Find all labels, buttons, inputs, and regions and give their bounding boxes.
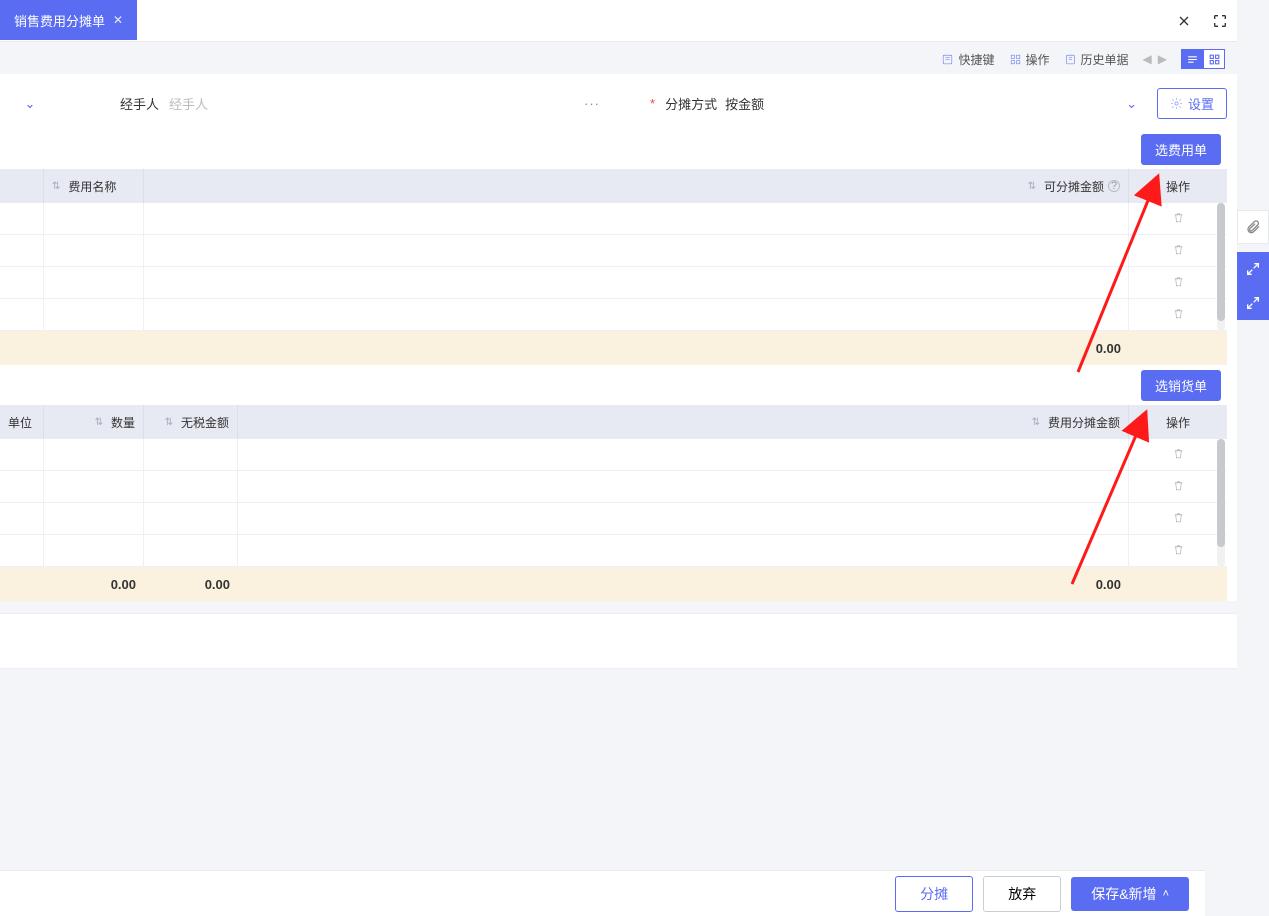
history-link[interactable]: 历史单据 xyxy=(1064,51,1129,68)
close-icon[interactable]: ✕ xyxy=(113,13,123,27)
col-expense-name[interactable]: 费用名称 xyxy=(44,169,144,203)
allocate-button[interactable]: 分摊 xyxy=(895,876,973,912)
close-main-icon[interactable] xyxy=(1173,10,1195,32)
trash-icon[interactable] xyxy=(1172,511,1185,527)
table-row xyxy=(0,267,1227,299)
col-allocatable[interactable]: 可分摊金额 ? xyxy=(144,169,1129,203)
chevron-down-icon[interactable]: ⌄ xyxy=(1126,96,1137,112)
trash-icon[interactable] xyxy=(1172,211,1185,227)
discard-button[interactable]: 放弃 xyxy=(983,876,1061,912)
table-row xyxy=(0,235,1227,267)
next-record-icon[interactable]: ▶ xyxy=(1158,52,1167,66)
col-alloc-amount[interactable]: 费用分摊金额 xyxy=(238,405,1129,439)
table-row xyxy=(0,299,1227,331)
tab-active[interactable]: 销售费用分摊单 ✕ xyxy=(0,0,137,40)
fullscreen-icon[interactable] xyxy=(1209,10,1231,32)
view-list-button[interactable] xyxy=(1181,49,1203,69)
col-unit: 单位 xyxy=(0,405,44,439)
handler-input[interactable]: 经手人 xyxy=(169,94,574,113)
table-row xyxy=(0,203,1227,235)
footer-notax-total: 0.00 xyxy=(144,577,238,592)
col-action: 操作 xyxy=(1129,169,1227,203)
select-expense-button[interactable]: 选费用单 xyxy=(1141,134,1221,165)
col-blank xyxy=(0,169,44,203)
trash-icon[interactable] xyxy=(1172,243,1185,259)
method-label: 分摊方式 xyxy=(665,94,717,113)
attachment-icon[interactable] xyxy=(1237,210,1269,244)
info-icon[interactable]: ? xyxy=(1108,180,1120,192)
save-new-button[interactable]: 保存&新增 ˄ xyxy=(1071,877,1189,911)
footer-allocatable-total: 0.00 xyxy=(144,341,1129,356)
expand-icon-2[interactable] xyxy=(1237,286,1269,320)
trash-icon[interactable] xyxy=(1172,307,1185,323)
table-row xyxy=(0,503,1227,535)
col-qty[interactable]: 数量 xyxy=(44,405,144,439)
table-row xyxy=(0,439,1227,471)
footer-alloc-total: 0.00 xyxy=(238,577,1129,592)
trash-icon[interactable] xyxy=(1172,447,1185,463)
method-select[interactable]: 按金额 xyxy=(725,94,1118,113)
tab-title: 销售费用分摊单 xyxy=(14,11,105,30)
trash-icon[interactable] xyxy=(1172,543,1185,559)
more-icon[interactable]: ··· xyxy=(584,96,600,111)
col-notax[interactable]: 无税金额 xyxy=(144,405,238,439)
prev-record-icon[interactable]: ◀ xyxy=(1143,52,1152,66)
chevron-down-icon[interactable]: ⌄ xyxy=(25,96,36,112)
operate-link[interactable]: 操作 xyxy=(1009,51,1050,68)
table-row xyxy=(0,535,1227,567)
col-action2: 操作 xyxy=(1129,405,1227,439)
trash-icon[interactable] xyxy=(1172,275,1185,291)
toolbar: 快捷键 操作 历史单据 ◀ ▶ xyxy=(0,44,1237,74)
required-mark: * xyxy=(650,96,655,111)
trash-icon[interactable] xyxy=(1172,479,1185,495)
shortcut-link[interactable]: 快捷键 xyxy=(941,51,994,68)
footer-qty-total: 0.00 xyxy=(44,577,144,592)
expand-icon[interactable] xyxy=(1237,252,1269,286)
handler-label: 经手人 xyxy=(120,94,159,113)
chevron-up-icon: ˄ xyxy=(1163,888,1169,900)
view-grid-button[interactable] xyxy=(1203,49,1225,69)
select-sales-button[interactable]: 选销货单 xyxy=(1141,370,1221,401)
table-row xyxy=(0,471,1227,503)
settings-button[interactable]: 设置 xyxy=(1157,88,1227,119)
